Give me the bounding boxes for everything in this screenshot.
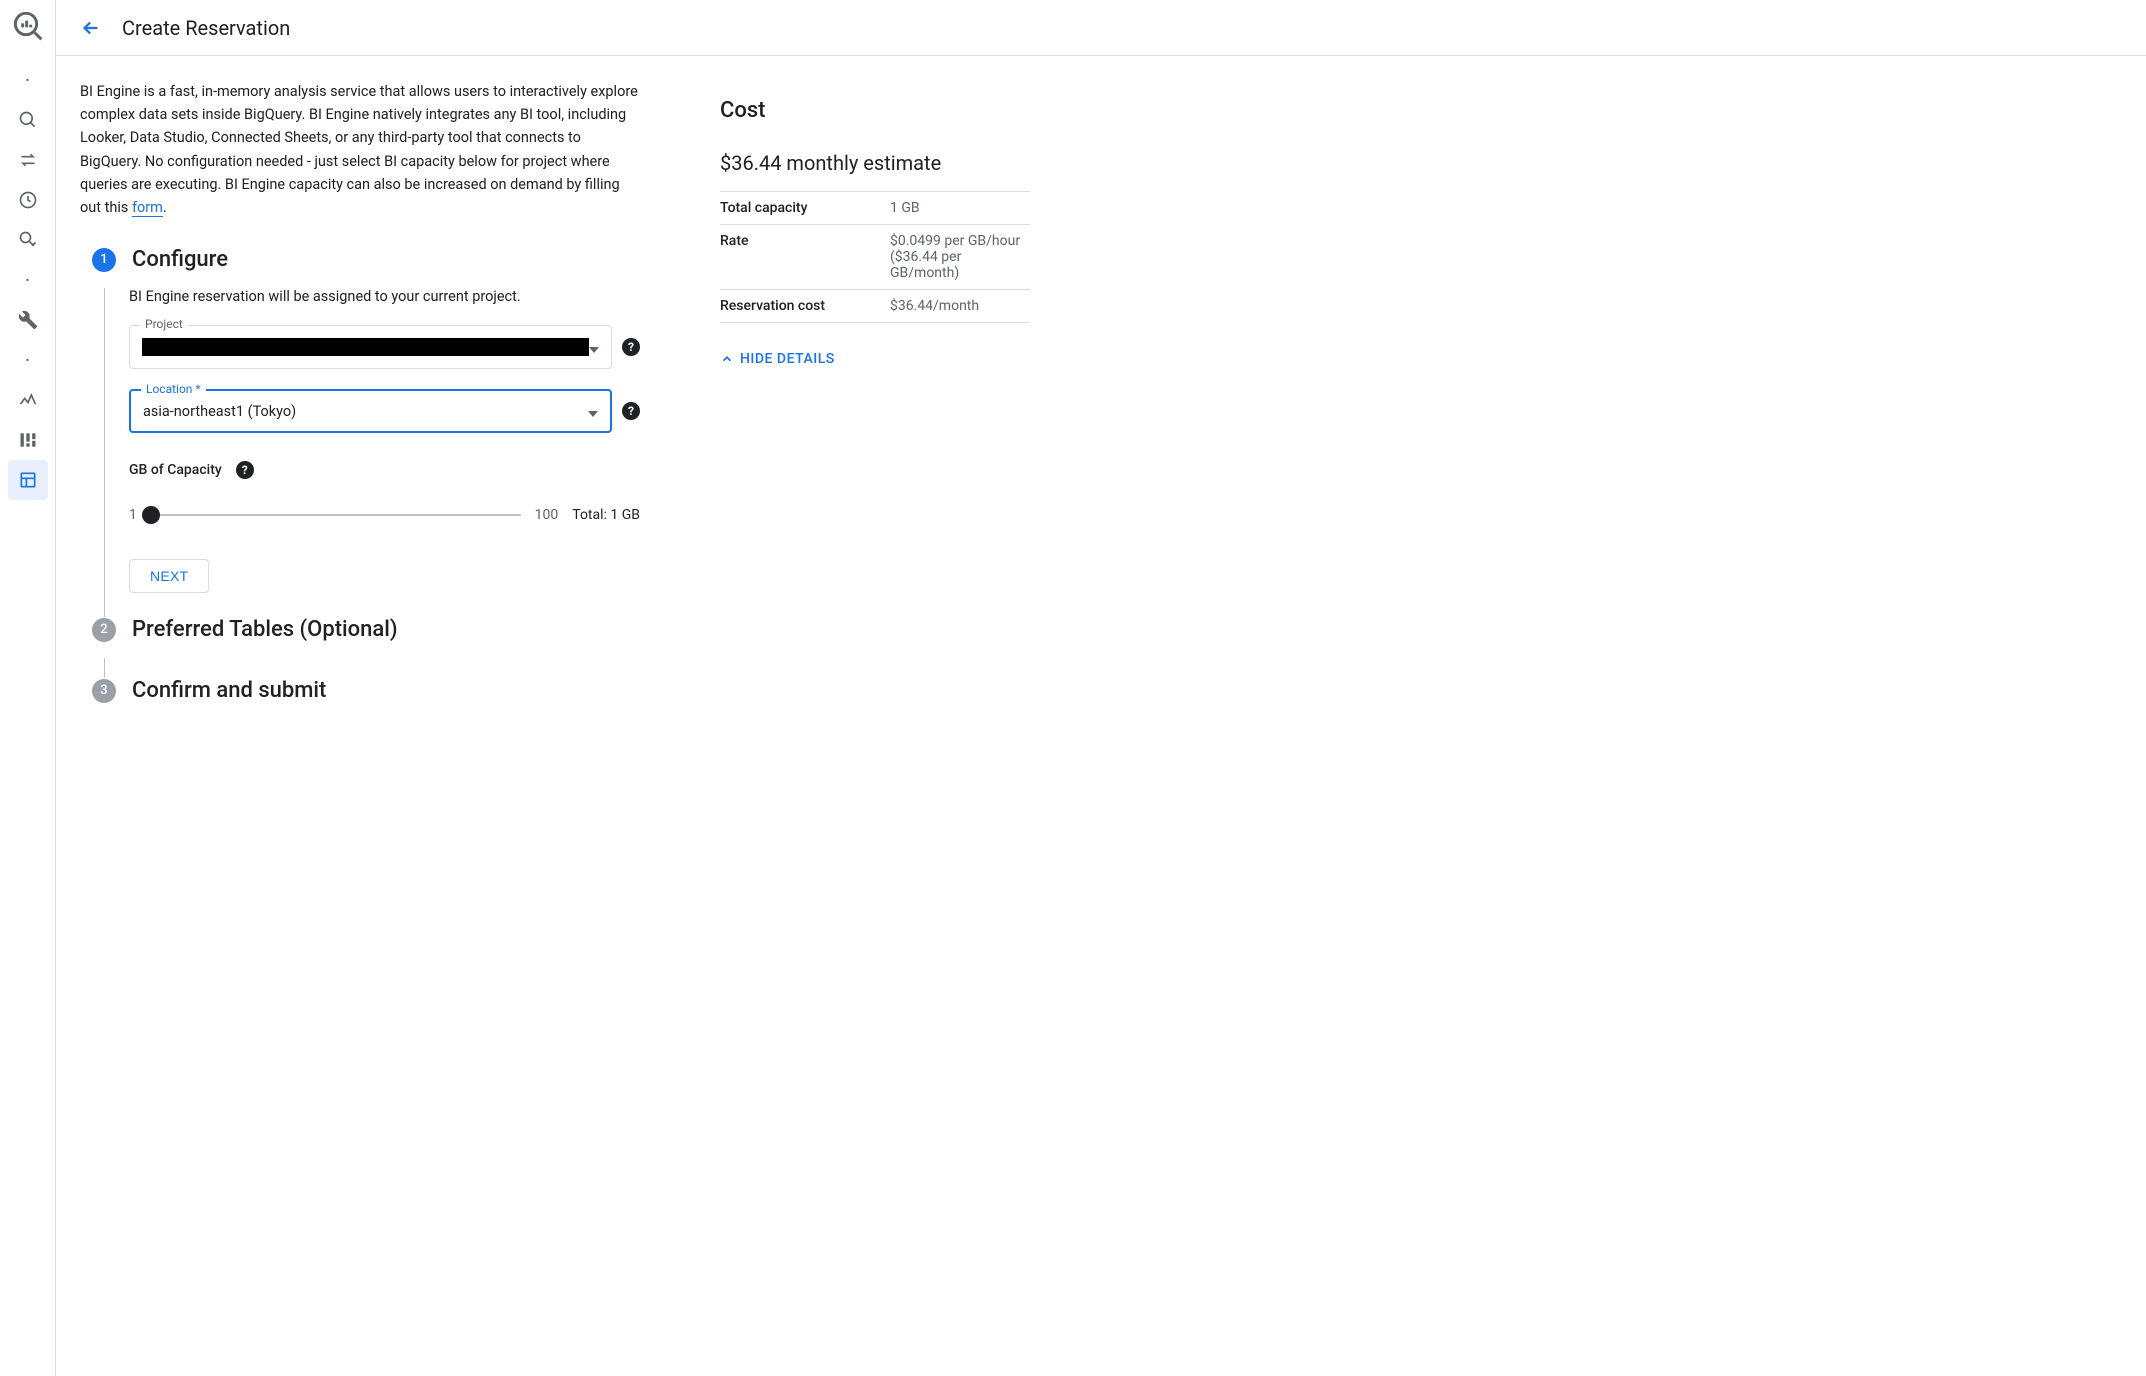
- cost-panel: Cost $36.44 monthly estimate Total capac…: [720, 80, 1030, 370]
- capacity-label: GB of Capacity: [129, 462, 222, 478]
- location-select[interactable]: Location * asia-northeast1 (Tokyo): [129, 389, 612, 433]
- step-confirm: 3 Confirm and submit: [80, 678, 640, 703]
- back-button[interactable]: [80, 17, 102, 39]
- cost-val: $0.0499 per GB/hour ($36.44 per GB/month…: [890, 233, 1030, 281]
- cost-key: Rate: [720, 233, 860, 281]
- location-value: asia-northeast1 (Tokyo): [143, 403, 588, 420]
- nav-item-1[interactable]: ·: [8, 60, 48, 100]
- project-value-redacted: [142, 338, 589, 356]
- cost-key: Total capacity: [720, 200, 860, 216]
- form-link[interactable]: form: [132, 199, 163, 217]
- cost-val: $36.44/month: [890, 298, 1030, 314]
- location-label: Location *: [141, 382, 206, 396]
- intro-text: BI Engine is a fast, in-memory analysis …: [80, 80, 640, 219]
- nav-item-2[interactable]: ·: [8, 260, 48, 300]
- help-icon[interactable]: ?: [622, 402, 640, 420]
- page-title: Create Reservation: [122, 16, 290, 40]
- nav-item-analytics[interactable]: [8, 220, 48, 260]
- step-title-preferred: Preferred Tables (Optional): [132, 617, 398, 642]
- nav-item-3[interactable]: ·: [8, 340, 48, 380]
- cost-key: Reservation cost: [720, 298, 860, 314]
- step-title-configure: Configure: [132, 247, 228, 272]
- help-icon[interactable]: ?: [622, 338, 640, 356]
- intro-body: BI Engine is a fast, in-memory analysis …: [80, 83, 638, 216]
- step-number-2: 2: [92, 618, 116, 642]
- slider-total: Total: 1 GB: [572, 507, 640, 523]
- step-number-3: 3: [92, 679, 116, 703]
- cost-estimate: $36.44 monthly estimate: [720, 151, 1030, 175]
- cost-row-total-capacity: Total capacity 1 GB: [720, 191, 1030, 224]
- step-configure: 1 Configure BI Engine reservation will b…: [80, 247, 640, 617]
- nav-item-capacity[interactable]: [8, 420, 48, 460]
- step-number-1: 1: [92, 248, 116, 272]
- dropdown-caret-icon: [589, 338, 599, 357]
- hide-details-label: HIDE DETAILS: [740, 351, 835, 367]
- hide-details-button[interactable]: HIDE DETAILS: [720, 351, 835, 367]
- bigquery-logo-icon: [12, 10, 44, 42]
- project-select[interactable]: Project: [129, 325, 612, 369]
- cost-row-rate: Rate $0.0499 per GB/hour ($36.44 per GB/…: [720, 224, 1030, 289]
- slider-thumb[interactable]: [142, 506, 160, 524]
- page-header: Create Reservation: [56, 0, 2146, 56]
- help-icon[interactable]: ?: [236, 461, 254, 479]
- capacity-slider[interactable]: [151, 514, 521, 516]
- nav-item-bi-engine[interactable]: [8, 460, 48, 500]
- cost-val: 1 GB: [890, 200, 1030, 216]
- capacity-slider-row: 1 100 Total: 1 GB: [129, 507, 640, 523]
- configure-desc: BI Engine reservation will be assigned t…: [129, 288, 640, 305]
- nav-item-search[interactable]: [8, 100, 48, 140]
- next-button[interactable]: NEXT: [129, 559, 209, 593]
- cost-title: Cost: [720, 98, 1030, 123]
- step-preferred-tables: 2 Preferred Tables (Optional): [80, 617, 640, 678]
- slider-max: 100: [535, 507, 559, 523]
- sidebar: · · ·: [0, 0, 56, 1376]
- nav-item-monitoring[interactable]: [8, 380, 48, 420]
- slider-min: 1: [129, 507, 137, 523]
- nav-item-settings[interactable]: [8, 300, 48, 340]
- nav-item-transfers[interactable]: [8, 140, 48, 180]
- intro-tail: .: [163, 199, 167, 216]
- step-title-confirm: Confirm and submit: [132, 678, 326, 703]
- nav-item-scheduled[interactable]: [8, 180, 48, 220]
- dropdown-caret-icon: [588, 402, 598, 421]
- project-label: Project: [140, 317, 188, 331]
- location-field-wrap: Location * asia-northeast1 (Tokyo) ?: [129, 389, 640, 433]
- cost-row-reservation: Reservation cost $36.44/month: [720, 289, 1030, 323]
- project-field-wrap: Project ?: [129, 325, 640, 369]
